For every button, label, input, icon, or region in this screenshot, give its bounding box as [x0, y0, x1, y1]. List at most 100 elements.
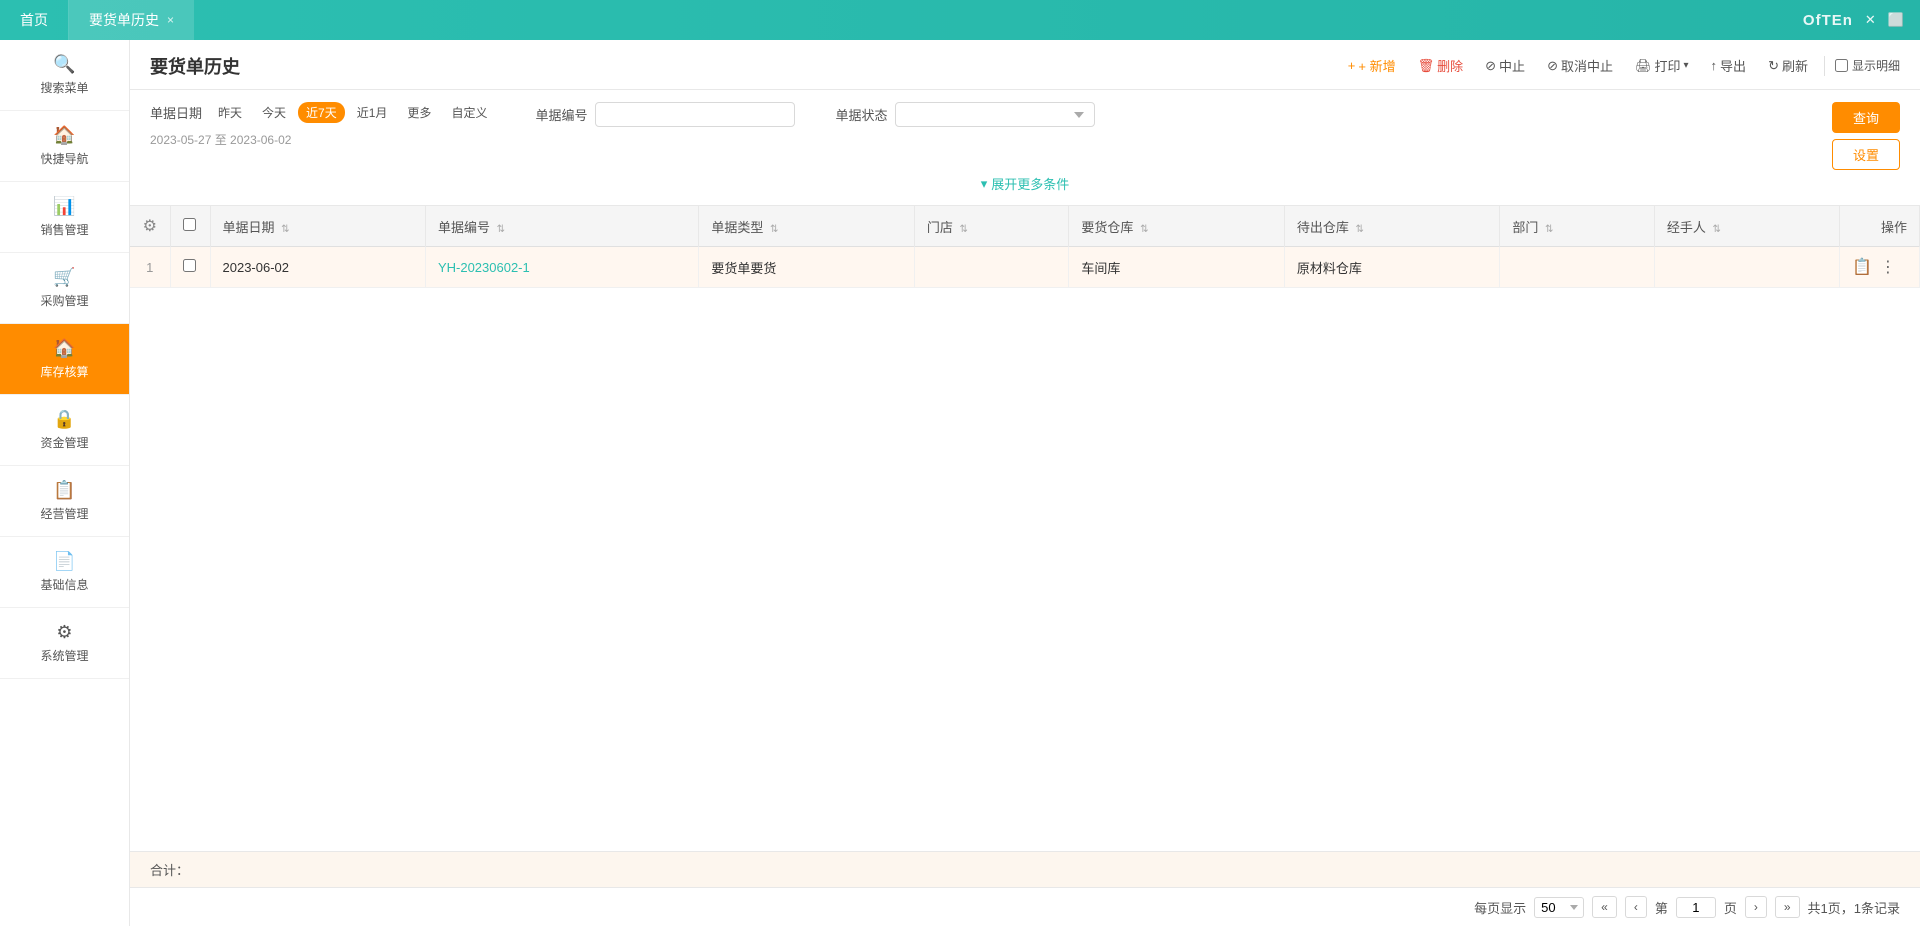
cancel-stop-icon: ⊘ — [1547, 58, 1558, 74]
today-btn[interactable]: 今天 — [254, 102, 294, 123]
sort-store-icon[interactable]: ⇅ — [959, 224, 967, 235]
page-size-select[interactable]: 10 20 50 100 — [1534, 897, 1584, 918]
expand-more-btn[interactable]: ▾ 展开更多条件 — [150, 174, 1900, 193]
doc-no-input[interactable] — [595, 102, 795, 127]
cancel-stop-button[interactable]: ⊘ 取消中止 — [1541, 52, 1619, 79]
close-window-icon[interactable]: ✕ — [1865, 12, 1876, 28]
page-input[interactable] — [1676, 897, 1716, 918]
query-button[interactable]: 查询 — [1832, 102, 1900, 133]
refresh-icon: ↻ — [1768, 58, 1779, 74]
sidebar-item-finance[interactable]: 🔒 资金管理 — [0, 395, 129, 466]
sort-department-icon[interactable]: ⇅ — [1545, 224, 1553, 235]
doc-status-select[interactable] — [895, 102, 1095, 127]
col-pending-warehouse: 待出仓库 ⇅ — [1284, 206, 1499, 247]
col-handler: 经手人 ⇅ — [1654, 206, 1839, 247]
sidebar-item-search[interactable]: 🔍 搜索菜单 — [0, 40, 129, 111]
sidebar-item-inventory[interactable]: 🏠 库存核算 — [0, 324, 129, 395]
col-action: 操作 — [1840, 206, 1920, 247]
filter-actions: 查询 设置 — [1832, 102, 1900, 170]
top-bar: 首页 要货单历史 × OfTEn ✕ ⬜ — [0, 0, 1920, 40]
row-store — [914, 247, 1069, 288]
col-doc-no-label: 单据编号 — [438, 220, 490, 235]
sidebar-item-system[interactable]: ⚙ 系统管理 — [0, 608, 129, 679]
sidebar-item-sales[interactable]: 📊 销售管理 — [0, 182, 129, 253]
print-button[interactable]: 🖨 打印 ▾ — [1629, 52, 1695, 79]
edit-icon[interactable]: 📋 — [1852, 257, 1872, 277]
show-detail-input[interactable] — [1835, 59, 1848, 72]
delete-button[interactable]: 🗑 删除 — [1412, 52, 1470, 79]
print-label: 打印 — [1655, 56, 1681, 75]
docno-filter-row: 单据编号 — [535, 102, 795, 127]
stop-icon: ⊘ — [1485, 58, 1496, 74]
maximize-window-icon[interactable]: ⬜ — [1888, 12, 1904, 28]
row-select-checkbox[interactable] — [183, 259, 196, 272]
table-footer: 合计： — [130, 851, 1920, 887]
sidebar-item-purchase[interactable]: 🛒 采购管理 — [0, 253, 129, 324]
col-doc-type: 单据类型 ⇅ — [699, 206, 914, 247]
new-button[interactable]: + + 新增 — [1342, 52, 1402, 79]
export-button[interactable]: ↑ 导出 — [1705, 52, 1753, 79]
col-req-warehouse-label: 要货仓库 — [1081, 220, 1133, 235]
sidebar-item-finance-label: 资金管理 — [40, 434, 88, 451]
tab-close-icon[interactable]: × — [167, 13, 174, 27]
pagination: 每页显示 10 20 50 100 « ‹ 第 页 › » 共1页，1条记录 — [130, 887, 1920, 926]
sort-pending-warehouse-icon[interactable]: ⇅ — [1356, 224, 1364, 235]
settings-button[interactable]: 设置 — [1832, 139, 1900, 170]
col-department: 部门 ⇅ — [1500, 206, 1655, 247]
refresh-button[interactable]: ↻ 刷新 — [1762, 52, 1814, 79]
sidebar-item-operation[interactable]: 📋 经营管理 — [0, 466, 129, 537]
last1month-btn[interactable]: 近1月 — [349, 102, 396, 123]
tab-home[interactable]: 首页 — [0, 0, 69, 40]
sort-doc-no-icon[interactable]: ⇅ — [497, 224, 505, 235]
yesterday-btn[interactable]: 昨天 — [210, 102, 250, 123]
docno-filter-group: 单据编号 — [535, 102, 795, 127]
cancel-stop-label: 取消中止 — [1561, 56, 1613, 75]
stop-button[interactable]: ⊘ 中止 — [1479, 52, 1531, 79]
doc-date-label: 单据日期 — [150, 103, 202, 122]
doc-no-link[interactable]: YH-20230602-1 — [438, 260, 530, 275]
sort-doc-date-icon[interactable]: ⇅ — [281, 224, 289, 235]
prev-page-btn[interactable]: ‹ — [1625, 896, 1647, 918]
tab-purchase-history[interactable]: 要货单历史 × — [69, 0, 194, 40]
first-page-btn[interactable]: « — [1592, 896, 1617, 918]
col-doc-no: 单据编号 ⇅ — [425, 206, 698, 247]
docstatus-filter-group: 单据状态 — [835, 102, 1095, 127]
basic-icon: 📄 — [53, 551, 75, 572]
delete-label: 删除 — [1437, 56, 1463, 75]
col-store-label: 门店 — [927, 220, 953, 235]
home-label: 首页 — [20, 10, 48, 30]
sidebar-item-operation-label: 经营管理 — [40, 505, 88, 522]
finance-icon: 🔒 — [53, 409, 75, 430]
sort-req-warehouse-icon[interactable]: ⇅ — [1140, 224, 1148, 235]
col-req-warehouse: 要货仓库 ⇅ — [1069, 206, 1284, 247]
col-checkbox — [170, 206, 210, 247]
last7days-btn[interactable]: 近7天 — [298, 102, 345, 123]
total-info: 共1页，1条记录 — [1808, 898, 1900, 917]
main-layout: 🔍 搜索菜单 🏠 快捷导航 📊 销售管理 🛒 采购管理 🏠 库存核算 🔒 资金管… — [0, 40, 1920, 926]
next-page-btn[interactable]: › — [1745, 896, 1767, 918]
inventory-icon: 🏠 — [53, 338, 75, 359]
sidebar-item-basic[interactable]: 📄 基础信息 — [0, 537, 129, 608]
sidebar-item-quicknav[interactable]: 🏠 快捷导航 — [0, 111, 129, 182]
toolbar: + + 新增 🗑 删除 ⊘ 中止 ⊘ 取消中止 🖨 打印 — [1342, 52, 1900, 79]
custom-btn[interactable]: 自定义 — [443, 102, 495, 123]
sidebar-item-purchase-label: 采购管理 — [40, 292, 88, 309]
row-req-warehouse: 车间库 — [1069, 247, 1284, 288]
content-area: 要货单历史 + + 新增 🗑 删除 ⊘ 中止 ⊘ 取消中止 — [130, 40, 1920, 926]
sidebar-item-basic-label: 基础信息 — [40, 576, 88, 593]
detail-icon[interactable]: ⋮ — [1880, 257, 1896, 277]
export-label: 导出 — [1720, 56, 1746, 75]
page-size-label: 每页显示 — [1474, 898, 1526, 917]
more-btn[interactable]: 更多 — [399, 102, 439, 123]
sort-handler-icon[interactable]: ⇅ — [1713, 224, 1721, 235]
show-detail-checkbox[interactable]: 显示明细 — [1835, 57, 1900, 74]
page-header: 要货单历史 + + 新增 🗑 删除 ⊘ 中止 ⊘ 取消中止 — [130, 40, 1920, 90]
select-all-checkbox[interactable] — [183, 218, 196, 231]
print-dropdown-icon: ▾ — [1684, 60, 1689, 71]
col-pending-warehouse-label: 待出仓库 — [1297, 220, 1349, 235]
top-bar-right: OfTEn ✕ ⬜ — [1803, 12, 1920, 29]
last-page-btn[interactable]: » — [1775, 896, 1800, 918]
table-container: ⚙ 单据日期 ⇅ 单据编号 ⇅ 单据类型 — [130, 206, 1920, 851]
col-settings[interactable]: ⚙ — [130, 206, 170, 247]
sort-doc-type-icon[interactable]: ⇅ — [770, 224, 778, 235]
